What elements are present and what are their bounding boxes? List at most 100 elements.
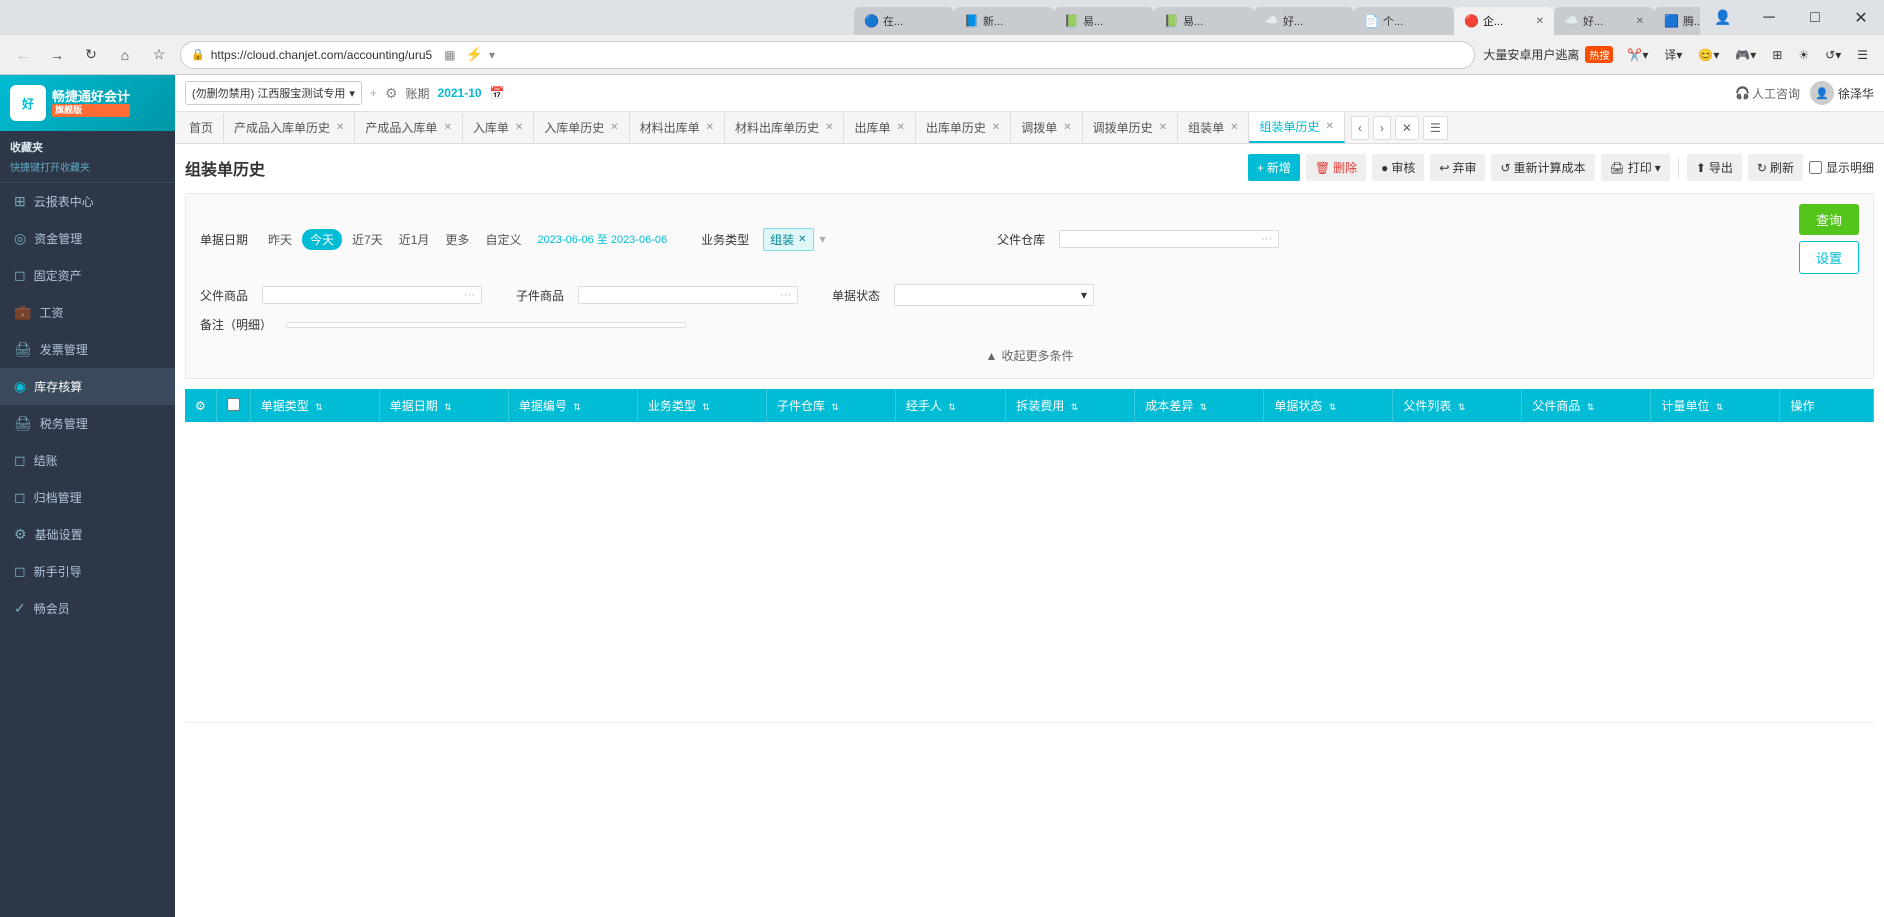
tab-close[interactable]: ✕ [443, 122, 451, 133]
browser-tab-7[interactable]: ☁️ 好... ✕ [1554, 7, 1654, 35]
print-dropdown[interactable]: ▾ [1655, 161, 1661, 175]
translate-icon[interactable]: 译▾ [1658, 44, 1688, 65]
tab-transfer-hist[interactable]: 调拨单历史 ✕ [1083, 113, 1178, 142]
service-btn[interactable]: 🎧 人工咨询 [1735, 85, 1800, 102]
tab-close-current[interactable]: ✕ [1395, 116, 1419, 140]
col-order-status[interactable]: 单据状态 ⇅ [1264, 389, 1393, 422]
tab-close[interactable]: ✕ [825, 122, 833, 133]
child-goods-input[interactable]: ··· [578, 286, 798, 304]
browser-tab-2[interactable]: 📘 新... [954, 7, 1054, 35]
nav-item-asset[interactable]: ◻ 固定资产 [0, 257, 175, 294]
col-disassembly-fee[interactable]: 拆装费用 ⇅ [1006, 389, 1135, 422]
col-parent-list[interactable]: 父件列表 ⇅ [1393, 389, 1522, 422]
tab-home[interactable]: 首页 [179, 113, 224, 142]
date-btn-7days[interactable]: 近7天 [346, 229, 389, 250]
sun-icon[interactable]: ☀ [1792, 46, 1815, 64]
browser-tab-5[interactable]: ☁️ 好... [1254, 7, 1354, 35]
audit-btn[interactable]: ● 审核 [1372, 154, 1424, 181]
nav-item-archive[interactable]: ◻ 归档管理 [0, 479, 175, 516]
menu-icon[interactable]: ☰ [1851, 46, 1874, 64]
browser-tab-6[interactable]: 📄 个... [1354, 7, 1454, 35]
parent-goods-input[interactable]: ··· [262, 286, 482, 304]
tab-close-icon[interactable]: ✕ [1636, 16, 1644, 27]
undo-icon[interactable]: ↺▾ [1819, 46, 1847, 64]
tab-scroll-right[interactable]: › [1373, 116, 1391, 140]
browser-tab-3[interactable]: 📗 易... [1054, 7, 1154, 35]
filter-settings-btn[interactable]: 设置 [1799, 241, 1859, 274]
nav-item-payroll[interactable]: 💼 工资 [0, 294, 175, 331]
reload-btn[interactable]: ↻ [78, 42, 104, 68]
open-favorites-link[interactable]: 快捷键打开收藏夹 [10, 159, 165, 174]
tab-assembly-hist[interactable]: 组装单历史 ✕ [1249, 112, 1344, 143]
game-icon[interactable]: 🎮▾ [1729, 46, 1762, 64]
col-cost-diff[interactable]: 成本差异 ⇅ [1135, 389, 1264, 422]
recalc-btn[interactable]: ↺ 重新计算成本 [1491, 154, 1594, 181]
col-number[interactable]: 单据编号 ⇅ [508, 389, 637, 422]
nav-item-fund[interactable]: ◎ 资金管理 [0, 220, 175, 257]
grid-icon[interactable]: ⊞ [1766, 46, 1788, 64]
emoji1-icon[interactable]: 😊▾ [1692, 46, 1725, 64]
nav-item-settings[interactable]: ⚙ 基础设置 [0, 516, 175, 553]
address-bar[interactable]: 🔒 https://cloud.chanjet.com/accounting/u… [180, 41, 1475, 69]
tab-out[interactable]: 出库单 ✕ [844, 113, 915, 142]
forward-btn[interactable]: → [44, 42, 70, 68]
tab-close[interactable]: ✕ [896, 122, 904, 133]
tab-prod-in[interactable]: 产成品入库单 ✕ [355, 113, 462, 142]
tab-mat-out-hist[interactable]: 材料出库单历史 ✕ [725, 113, 844, 142]
tab-close[interactable]: ✕ [1230, 122, 1238, 133]
bookmark-btn[interactable]: ☆ [146, 42, 172, 68]
scissors-icon[interactable]: ✂️▾ [1621, 46, 1654, 64]
nav-item-tax[interactable]: 🖨 税务管理 [0, 405, 175, 442]
close-btn[interactable]: ✕ [1838, 0, 1884, 35]
col-date[interactable]: 单据日期 ⇅ [379, 389, 508, 422]
date-btn-custom[interactable]: 自定义 [479, 229, 527, 250]
browser-tab-4[interactable]: 📗 易... [1154, 7, 1254, 35]
nav-item-invoice[interactable]: 🖨 发票管理 [0, 331, 175, 368]
tab-close[interactable]: ✕ [706, 122, 714, 133]
tab-in-hist[interactable]: 入库单历史 ✕ [534, 113, 629, 142]
add-icon[interactable]: + [370, 86, 377, 100]
tab-out-hist[interactable]: 出库单历史 ✕ [916, 113, 1011, 142]
query-btn[interactable]: 查询 [1799, 204, 1859, 235]
maximize-btn[interactable]: □ [1792, 0, 1838, 35]
company-selector[interactable]: (勿删勿禁用) 江西服宝测试专用 ▾ [185, 81, 362, 105]
browser-tab-active[interactable]: 🔴 企... ✕ [1454, 7, 1554, 35]
nav-item-checkout[interactable]: ◻ 结账 [0, 442, 175, 479]
col-biz-type[interactable]: 业务类型 ⇅ [637, 389, 766, 422]
child-goods-dots[interactable]: ··· [780, 289, 791, 301]
show-detail-checkbox[interactable] [1809, 161, 1822, 174]
tab-mat-out[interactable]: 材料出库单 ✕ [630, 113, 725, 142]
parent-goods-dots[interactable]: ··· [464, 289, 475, 301]
nav-item-guide[interactable]: ◻ 新手引导 [0, 553, 175, 590]
col-child-warehouse[interactable]: 子件仓库 ⇅ [766, 389, 895, 422]
back-btn[interactable]: ← [10, 42, 36, 68]
parent-warehouse-input[interactable]: ··· [1059, 230, 1279, 248]
order-status-select[interactable]: ▾ [894, 284, 1094, 306]
new-btn[interactable]: + 新增 [1248, 154, 1300, 181]
date-btn-more[interactable]: 更多 [439, 229, 475, 250]
biz-type-dropdown[interactable]: ▾ [820, 232, 826, 246]
print-btn[interactable]: 🖨 打印 ▾ [1601, 154, 1670, 181]
date-btn-today[interactable]: 今天 [302, 229, 342, 250]
table-settings-header[interactable]: ⚙ [185, 389, 216, 422]
export-btn[interactable]: ⬆ 导出 [1687, 154, 1742, 181]
date-btn-yesterday[interactable]: 昨天 [262, 229, 298, 250]
minimize-btn[interactable]: ─ [1746, 0, 1792, 35]
nav-item-inventory[interactable]: ◉ 库存核算 [0, 368, 175, 405]
more-dots-icon[interactable]: ··· [1261, 233, 1272, 245]
profile-icon[interactable]: 👤 [1700, 0, 1746, 35]
biz-type-tag-remove[interactable]: ✕ [798, 234, 806, 245]
refresh-btn[interactable]: ↻ 刷新 [1748, 154, 1803, 181]
calendar-icon[interactable]: 📅 [490, 86, 505, 100]
tab-close[interactable]: ✕ [1326, 121, 1334, 132]
col-unit[interactable]: 计量单位 ⇅ [1651, 389, 1780, 422]
notes-input[interactable] [286, 322, 686, 328]
tab-transfer[interactable]: 调拨单 ✕ [1011, 113, 1082, 142]
table-checkbox-header[interactable] [216, 389, 250, 422]
col-type[interactable]: 单据类型 ⇅ [250, 389, 379, 422]
tab-prod-in-hist[interactable]: 产成品入库单历史 ✕ [224, 113, 355, 142]
collapse-btn[interactable]: ▲ 收起更多条件 [200, 343, 1859, 368]
tab-close[interactable]: ✕ [1159, 122, 1167, 133]
nav-item-report[interactable]: ⊞ 云报表中心 [0, 183, 175, 220]
tab-close-all[interactable]: ☰ [1423, 116, 1448, 140]
